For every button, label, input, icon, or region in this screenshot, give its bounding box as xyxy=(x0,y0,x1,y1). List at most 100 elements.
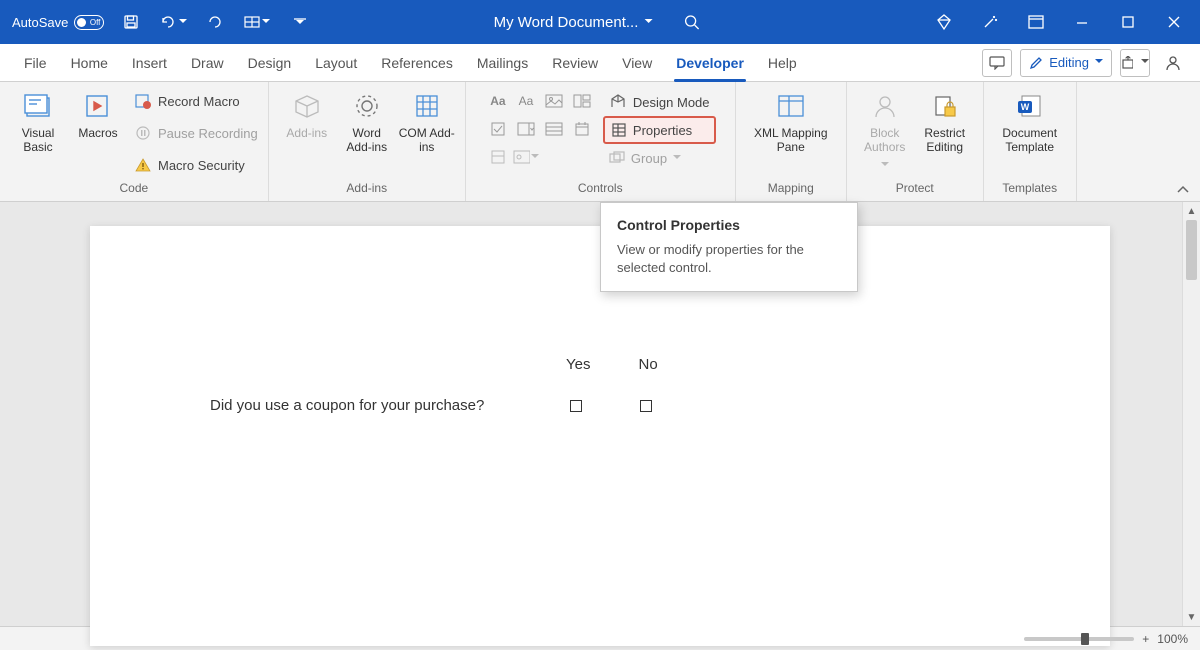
document-template-button[interactable]: W Document Template xyxy=(994,88,1066,154)
macros-button[interactable]: Macros xyxy=(70,88,126,140)
undo-button[interactable] xyxy=(158,7,188,37)
properties-button[interactable]: Properties xyxy=(603,116,716,144)
tooltip-title: Control Properties xyxy=(617,217,841,233)
scroll-down-button[interactable]: ▼ xyxy=(1183,608,1200,626)
richtext-control-icon[interactable]: Aa xyxy=(485,88,511,114)
pencil-icon xyxy=(1029,56,1043,70)
chevron-down-icon xyxy=(296,16,304,31)
group-label: Add-ins xyxy=(279,179,455,199)
checkbox-yes[interactable] xyxy=(570,400,582,412)
zoom-in-button[interactable]: + xyxy=(1142,632,1149,646)
tab-draw[interactable]: Draw xyxy=(179,44,236,82)
customize-qat-button[interactable] xyxy=(284,7,314,37)
undo-icon xyxy=(159,14,177,30)
group-templates: W Document Template Templates xyxy=(984,82,1077,201)
minimize-button[interactable] xyxy=(1062,0,1102,44)
word-template-icon: W xyxy=(1016,93,1044,119)
zoom-percent[interactable]: 100% xyxy=(1157,632,1188,646)
visual-basic-button[interactable]: Visual Basic xyxy=(10,88,66,154)
toggle-switch-icon: Off xyxy=(74,15,104,30)
group-icon xyxy=(609,151,625,165)
tab-view[interactable]: View xyxy=(610,44,664,82)
dropdown-control-icon[interactable] xyxy=(541,116,567,142)
maximize-button[interactable] xyxy=(1108,0,1148,44)
building-block-control-icon[interactable] xyxy=(569,88,595,114)
quick-access-button[interactable] xyxy=(242,7,272,37)
tab-review[interactable]: Review xyxy=(540,44,610,82)
wand-icon xyxy=(981,13,999,31)
save-button[interactable] xyxy=(116,7,146,37)
word-addins-button[interactable]: Word Add-ins xyxy=(339,88,395,154)
redo-button[interactable] xyxy=(200,7,230,37)
tooltip-body: View or modify properties for the select… xyxy=(617,241,841,277)
repeating-control-icon[interactable] xyxy=(485,144,511,170)
comments-button[interactable] xyxy=(982,49,1012,77)
design-mode-button[interactable]: Design Mode xyxy=(603,88,716,116)
search-button[interactable] xyxy=(676,7,706,37)
document-title[interactable]: My Word Document... xyxy=(494,14,653,31)
account-button[interactable] xyxy=(1158,49,1188,77)
share-button[interactable] xyxy=(1120,49,1150,77)
autosave-toggle[interactable]: AutoSave Off xyxy=(12,15,104,30)
controls-gallery[interactable]: Aa Aa xyxy=(485,88,595,170)
plaintext-control-icon[interactable]: Aa xyxy=(513,88,539,114)
search-icon xyxy=(683,14,699,30)
chevron-down-icon xyxy=(673,151,681,166)
editing-mode-button[interactable]: Editing xyxy=(1020,49,1112,77)
group-protect: Block Authors Restrict Editing Protect xyxy=(847,82,984,201)
record-macro-button[interactable]: Record Macro xyxy=(134,88,258,114)
restrict-editing-button[interactable]: Restrict Editing xyxy=(917,88,973,154)
collapse-ribbon-button[interactable] xyxy=(1176,82,1200,201)
tab-help[interactable]: Help xyxy=(756,44,809,82)
zoom-slider[interactable] xyxy=(1024,637,1134,641)
vb-icon xyxy=(23,92,53,120)
minimize-icon xyxy=(1075,15,1089,29)
share-icon xyxy=(1121,56,1133,70)
vertical-scrollbar[interactable]: ▲ ▼ xyxy=(1182,202,1200,626)
chevron-up-icon xyxy=(1176,185,1190,195)
group-label: Mapping xyxy=(746,179,836,199)
tab-insert[interactable]: Insert xyxy=(120,44,179,82)
group-label: Controls xyxy=(476,179,725,199)
chevron-down-icon xyxy=(179,15,187,30)
addins-button: Add-ins xyxy=(279,88,335,140)
group-addins: Add-ins Word Add-ins COM Add-ins Add-ins xyxy=(269,82,466,201)
maximize-icon xyxy=(1122,16,1134,28)
person-icon xyxy=(1164,54,1182,72)
com-addins-button[interactable]: COM Add-ins xyxy=(399,88,455,154)
xml-mapping-button[interactable]: XML Mapping Pane xyxy=(746,88,836,154)
group-button: Group xyxy=(603,144,716,172)
tab-file[interactable]: File xyxy=(12,44,59,82)
combobox-control-icon[interactable] xyxy=(513,116,539,142)
tooltip-control-properties: Control Properties View or modify proper… xyxy=(600,202,858,292)
group-controls: Aa Aa Design Mode xyxy=(466,82,736,201)
person-block-icon xyxy=(871,93,899,119)
block-authors-button: Block Authors xyxy=(857,88,913,173)
tab-home[interactable]: Home xyxy=(59,44,120,82)
diamond-button[interactable] xyxy=(924,0,964,44)
document-area: Yes No Did you use a coupon for your pur… xyxy=(0,202,1200,626)
redo-icon xyxy=(207,14,223,30)
checkbox-no[interactable] xyxy=(640,400,652,412)
close-button[interactable] xyxy=(1154,0,1194,44)
tab-references[interactable]: References xyxy=(369,44,465,82)
scroll-up-button[interactable]: ▲ xyxy=(1183,202,1200,220)
group-code: Visual Basic Macros Record Macro Pause R… xyxy=(0,82,269,201)
chevron-down-icon xyxy=(1095,55,1103,70)
design-mode-icon xyxy=(609,94,627,110)
picture-control-icon[interactable] xyxy=(541,88,567,114)
close-icon xyxy=(1167,15,1181,29)
datepicker-control-icon[interactable] xyxy=(569,116,595,142)
macro-security-button[interactable]: Macro Security xyxy=(134,152,258,178)
tab-mailings[interactable]: Mailings xyxy=(465,44,540,82)
legacy-tools-icon[interactable] xyxy=(513,144,539,170)
wand-button[interactable] xyxy=(970,0,1010,44)
window-button[interactable] xyxy=(1016,0,1056,44)
tab-design[interactable]: Design xyxy=(236,44,304,82)
scroll-thumb[interactable] xyxy=(1186,220,1197,280)
column-header-no: No xyxy=(638,356,657,373)
tab-developer[interactable]: Developer xyxy=(664,44,756,82)
checkbox-control-icon[interactable] xyxy=(485,116,511,142)
save-icon xyxy=(123,14,139,30)
tab-layout[interactable]: Layout xyxy=(303,44,369,82)
